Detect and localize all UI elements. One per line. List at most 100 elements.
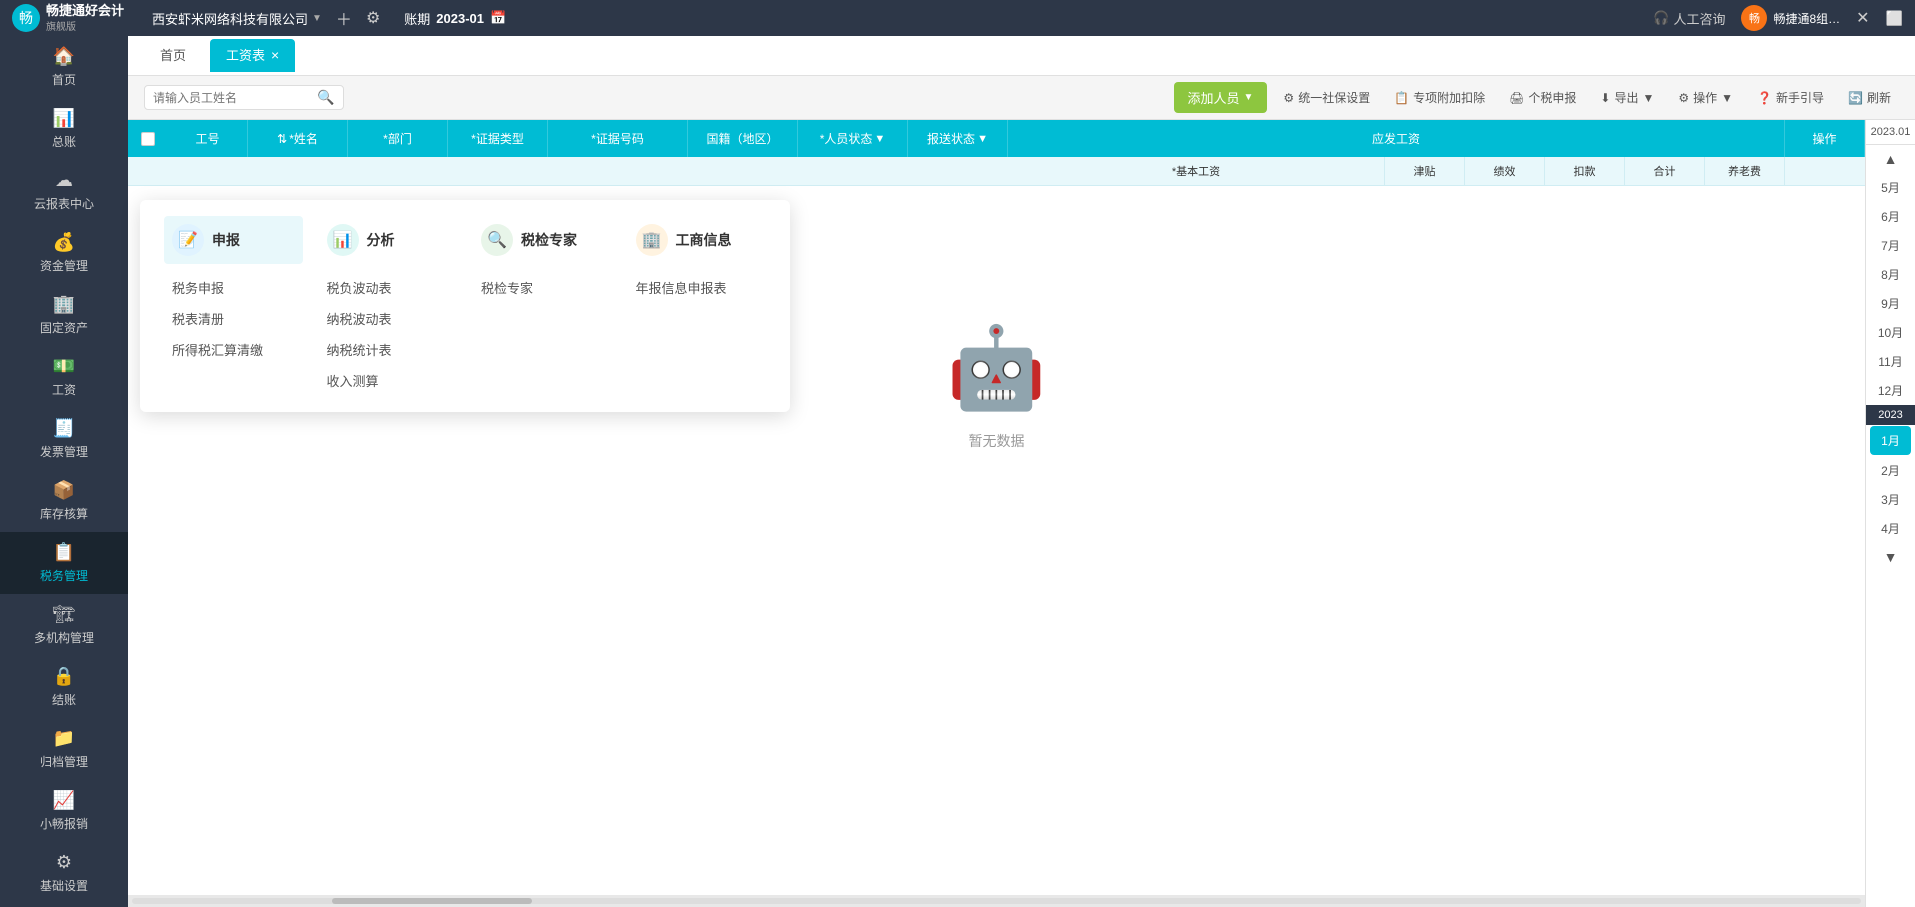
select-all-checkbox[interactable] — [141, 132, 155, 146]
refresh-button[interactable]: 🔄 刷新 — [1840, 85, 1899, 110]
tab-close-icon[interactable]: × — [271, 47, 279, 63]
sidebar-label-inventory: 库存核算 — [40, 505, 88, 522]
menu-title-fenxi: 分析 — [367, 230, 395, 250]
sidebar-item-funds[interactable]: 💰资金管理 — [0, 222, 128, 284]
calendar-nav-down[interactable]: ▼ — [1866, 543, 1915, 571]
menu-col-fenxi: 📊 分析 税负波动表纳税波动表纳税统计表收入测算 — [311, 216, 466, 396]
calendar-months-current: 1月2月3月4月 — [1866, 425, 1915, 543]
menu-item-税务申报[interactable]: 税务申报 — [164, 272, 303, 303]
cal-month-7月[interactable]: 7月 — [1866, 231, 1915, 260]
cal-month-3月[interactable]: 3月 — [1866, 485, 1915, 514]
close-icon: 🔒 — [53, 666, 75, 687]
header-checkbox-cell[interactable] — [128, 120, 168, 157]
cal-month-10月[interactable]: 10月 — [1866, 318, 1915, 347]
col-name[interactable]: ⇅ *姓名 — [248, 120, 348, 157]
period-display: 账期 2023-01 📅 — [404, 9, 506, 28]
calendar-icon[interactable]: 📅 — [490, 10, 506, 26]
company-selector[interactable]: 西安虾米网络科技有限公司 ▼ — [152, 9, 322, 28]
cal-month-4月[interactable]: 4月 — [1866, 514, 1915, 543]
send-status-filter-icon[interactable]: ▼ — [977, 133, 988, 145]
col-action: 操作 — [1785, 120, 1865, 157]
special-deduction-button[interactable]: 📋 专项附加扣除 — [1386, 85, 1493, 110]
sidebar-item-settings[interactable]: ⚙基础设置 — [0, 842, 128, 904]
sidebar-item-report[interactable]: 📈小畅报销 — [0, 780, 128, 842]
sidebar-item-salary[interactable]: 💵工资 — [0, 346, 128, 408]
operate-chevron-icon: ▼ — [1721, 91, 1733, 105]
cal-month-5月[interactable]: 5月 — [1866, 173, 1915, 202]
cal-month-8月[interactable]: 8月 — [1866, 260, 1915, 289]
person-status-filter-icon[interactable]: ▼ — [874, 133, 885, 145]
sidebar-item-home[interactable]: 🏠首页 — [0, 36, 128, 98]
close-window-button[interactable]: ✕ — [1856, 8, 1869, 28]
user-avatar: 畅 — [1741, 5, 1767, 31]
invoice-icon: 🧾 — [53, 418, 75, 439]
menu-col-shenb: 📝 申报 税务申报税表清册所得税汇算清缴 — [156, 216, 311, 396]
guide-button[interactable]: ❓ 新手引导 — [1749, 85, 1832, 110]
guide-icon: ❓ — [1757, 91, 1772, 105]
menu-title-shenb: 申报 — [212, 230, 240, 250]
cloud-icon: ☁ — [55, 170, 73, 191]
export-label: 导出 — [1614, 89, 1638, 106]
top-bar-actions: ＋ ⚙ — [332, 4, 384, 32]
cal-month-6月[interactable]: 6月 — [1866, 202, 1915, 231]
help-button[interactable]: 🎧 人工咨询 — [1653, 9, 1725, 28]
calendar-nav-up[interactable]: ▲ — [1866, 145, 1915, 173]
table-header: 工号 ⇅ *姓名 *部门 *证据类型 *证据号码 国籍（地区） *人员状态 ▼ … — [128, 120, 1865, 157]
sidebar: 🏠首页📊总账☁云报表中心💰资金管理🏢固定资产💵工资 🧾 发票管理 📦库存核算📋税务管理… — [0, 36, 128, 907]
horizontal-scrollbar[interactable] — [128, 895, 1865, 907]
user-info[interactable]: 畅 畅捷通8组… — [1741, 5, 1840, 31]
menu-item-所得税汇算清缴[interactable]: 所得税汇算清缴 — [164, 334, 303, 365]
export-button[interactable]: ⬇ 导出 ▼ — [1592, 85, 1662, 110]
sidebar-item-cloud[interactable]: ☁云报表中心 — [0, 160, 128, 222]
sidebar-item-assets[interactable]: 🏢固定资产 — [0, 284, 128, 346]
add-company-button[interactable]: ＋ — [332, 4, 356, 32]
sidebar-item-inventory[interactable]: 📦库存核算 — [0, 470, 128, 532]
search-input[interactable] — [153, 91, 313, 105]
menu-icon-shenb: 📝 — [172, 224, 204, 256]
scroll-track[interactable] — [132, 898, 1861, 904]
calendar-up-button[interactable]: ▲ — [1882, 149, 1900, 169]
calendar-down-button[interactable]: ▼ — [1882, 547, 1900, 567]
sidebar-item-ledger[interactable]: 📊总账 — [0, 98, 128, 160]
social-insurance-button[interactable]: ⚙ 统一社保设置 — [1275, 85, 1378, 110]
search-icon: 🔍 — [317, 89, 334, 106]
sidebar-item-archive[interactable]: 📁归档管理 — [0, 718, 128, 780]
operate-button[interactable]: ⚙ 操作 ▼ — [1670, 85, 1741, 110]
table-sub-header: *基本工资 津贴 绩效 扣款 合计 养老费 — [128, 157, 1865, 186]
col-dept: *部门 — [348, 120, 448, 157]
cal-month-12月[interactable]: 12月 — [1866, 376, 1915, 405]
add-person-button[interactable]: 添加人员 ▼ — [1174, 82, 1268, 113]
settings-icon-button[interactable]: ⚙ — [362, 6, 384, 30]
cal-month-1月[interactable]: 1月 — [1870, 426, 1911, 455]
menu-item-税负波动表[interactable]: 税负波动表 — [319, 272, 458, 303]
menu-item-纳税统计表[interactable]: 纳税统计表 — [319, 334, 458, 365]
sidebar-label-archive: 归档管理 — [40, 753, 88, 770]
tab-salary[interactable]: 工资表 × — [210, 39, 295, 72]
menu-item-纳税波动表[interactable]: 纳税波动表 — [319, 303, 458, 334]
sidebar-label-report: 小畅报销 — [40, 815, 88, 832]
settings-icon: ⚙ — [56, 852, 72, 873]
cal-month-2月[interactable]: 2月 — [1866, 456, 1915, 485]
sidebar-label-salary: 工资 — [52, 381, 76, 398]
sidebar-label-invoice: 发票管理 — [40, 443, 88, 460]
social-label: 统一社保设置 — [1298, 89, 1370, 106]
menu-item-收入测算[interactable]: 收入测算 — [319, 365, 458, 396]
menu-item-税检专家[interactable]: 税检专家 — [473, 272, 612, 303]
tax-filing-button[interactable]: 🖨 个税申报 — [1501, 85, 1584, 110]
menu-item-年报信息申报表[interactable]: 年报信息申报表 — [628, 272, 767, 303]
sidebar-label-tax: 税务管理 — [40, 567, 88, 584]
tab-home[interactable]: 首页 — [144, 37, 202, 74]
col-id-type: *证据类型 — [448, 120, 548, 157]
cal-month-11月[interactable]: 11月 — [1866, 347, 1915, 376]
cal-month-9月[interactable]: 9月 — [1866, 289, 1915, 318]
scroll-thumb[interactable] — [332, 898, 532, 904]
sidebar-item-multi[interactable]: 🏗多机构管理 — [0, 594, 128, 656]
menu-item-税表清册[interactable]: 税表清册 — [164, 303, 303, 334]
help-label: 人工咨询 — [1673, 9, 1725, 28]
toolbar: 🔍 添加人员 ▼ ⚙ 统一社保设置 📋 专项附加扣除 🖨 个税申报 — [128, 76, 1915, 120]
restore-window-button[interactable]: ⬜ — [1886, 10, 1903, 27]
sidebar-item-invoice[interactable]: 🧾 发票管理 — [0, 408, 128, 470]
tab-bar: 首页 工资表 × — [128, 36, 1915, 76]
sidebar-item-close[interactable]: 🔒结账 — [0, 656, 128, 718]
sidebar-item-tax[interactable]: 📋税务管理 — [0, 532, 128, 594]
